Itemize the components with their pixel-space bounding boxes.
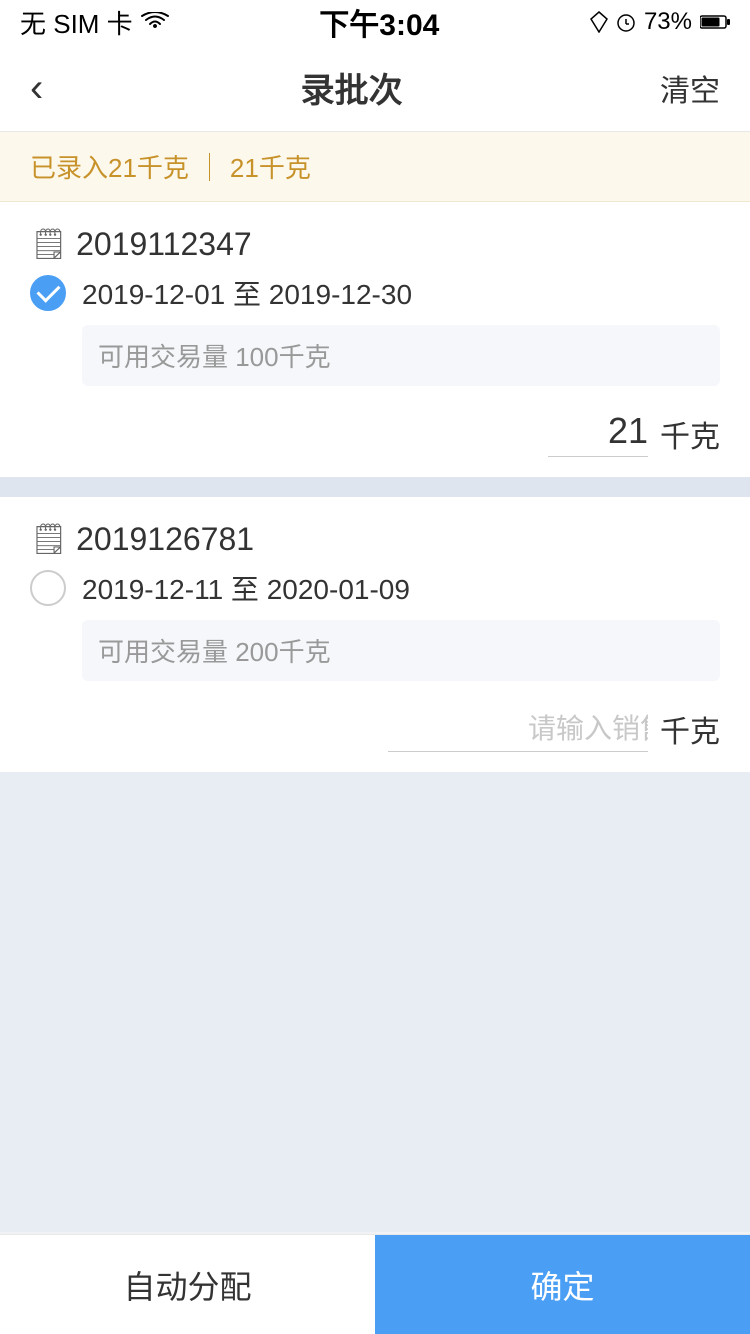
wifi-icon <box>141 12 169 32</box>
batch-date-1: 2019-12-01 至 2019-12-30 <box>82 273 412 313</box>
batch-available-1: 可用交易量 100千克 <box>82 325 720 386</box>
status-right: 73% <box>590 8 730 36</box>
batch-date-row-1[interactable]: 2019-12-01 至 2019-12-30 <box>30 273 720 313</box>
batch-id-1: 2019112347 <box>76 226 252 263</box>
batch-id-2: 2019126781 <box>76 521 254 558</box>
document-icon-1: 🗒 <box>30 227 68 262</box>
back-button[interactable]: ‹ <box>30 68 43 108</box>
auto-distribute-button[interactable]: 自动分配 <box>0 1235 375 1334</box>
empty-area <box>0 772 750 1232</box>
nav-bar: ‹ 录批次 清空 <box>0 44 750 132</box>
batch-date-2: 2019-12-11 至 2020-01-09 <box>82 568 410 608</box>
summary-banner: 已录入21千克 21千克 <box>0 132 750 202</box>
batch-id-row-1: 🗒 2019112347 <box>30 226 720 263</box>
batch-item-2: 🗒 2019126781 2019-12-11 至 2020-01-09 可用交… <box>0 497 750 772</box>
no-sim-text: 无 SIM 卡 <box>20 4 133 41</box>
batch-item-1: 🗒 2019112347 2019-12-01 至 2019-12-30 可用交… <box>0 202 750 477</box>
batch-qty-unit-2: 千克 <box>660 707 720 751</box>
summary-divider <box>209 153 210 181</box>
batch-date-row-2[interactable]: 2019-12-11 至 2020-01-09 <box>30 568 720 608</box>
alarm-icon <box>616 11 636 33</box>
status-bar: 无 SIM 卡 下午3:04 73% <box>0 0 750 44</box>
batch-qty-area-2: 千克 <box>30 697 720 752</box>
bottom-bar: 自动分配 确定 <box>0 1234 750 1334</box>
location-icon <box>590 11 608 33</box>
document-icon-2: 🗒 <box>30 522 68 557</box>
batch-qty-area-1: 21 千克 <box>30 402 720 457</box>
batch-id-row-2: 🗒 2019126781 <box>30 521 720 558</box>
confirm-button[interactable]: 确定 <box>375 1235 750 1334</box>
batch-available-2: 可用交易量 200千克 <box>82 620 720 681</box>
batch-qty-value-1: 21 <box>608 410 648 452</box>
summary-label: 已录入21千克 <box>30 148 189 185</box>
batch-qty-input-2[interactable] <box>528 705 648 747</box>
battery-icon <box>700 14 730 30</box>
batch-checkbox-2[interactable] <box>30 570 66 606</box>
section-divider <box>0 477 750 497</box>
status-left: 无 SIM 卡 <box>20 4 169 41</box>
batch-checkbox-1[interactable] <box>30 275 66 311</box>
clear-button[interactable]: 清空 <box>660 66 720 110</box>
page-title: 录批次 <box>301 63 403 112</box>
status-time: 下午3:04 <box>319 0 439 44</box>
batch-qty-unit-1: 千克 <box>660 412 720 456</box>
battery-text: 73% <box>644 8 692 36</box>
summary-value: 21千克 <box>230 148 311 185</box>
